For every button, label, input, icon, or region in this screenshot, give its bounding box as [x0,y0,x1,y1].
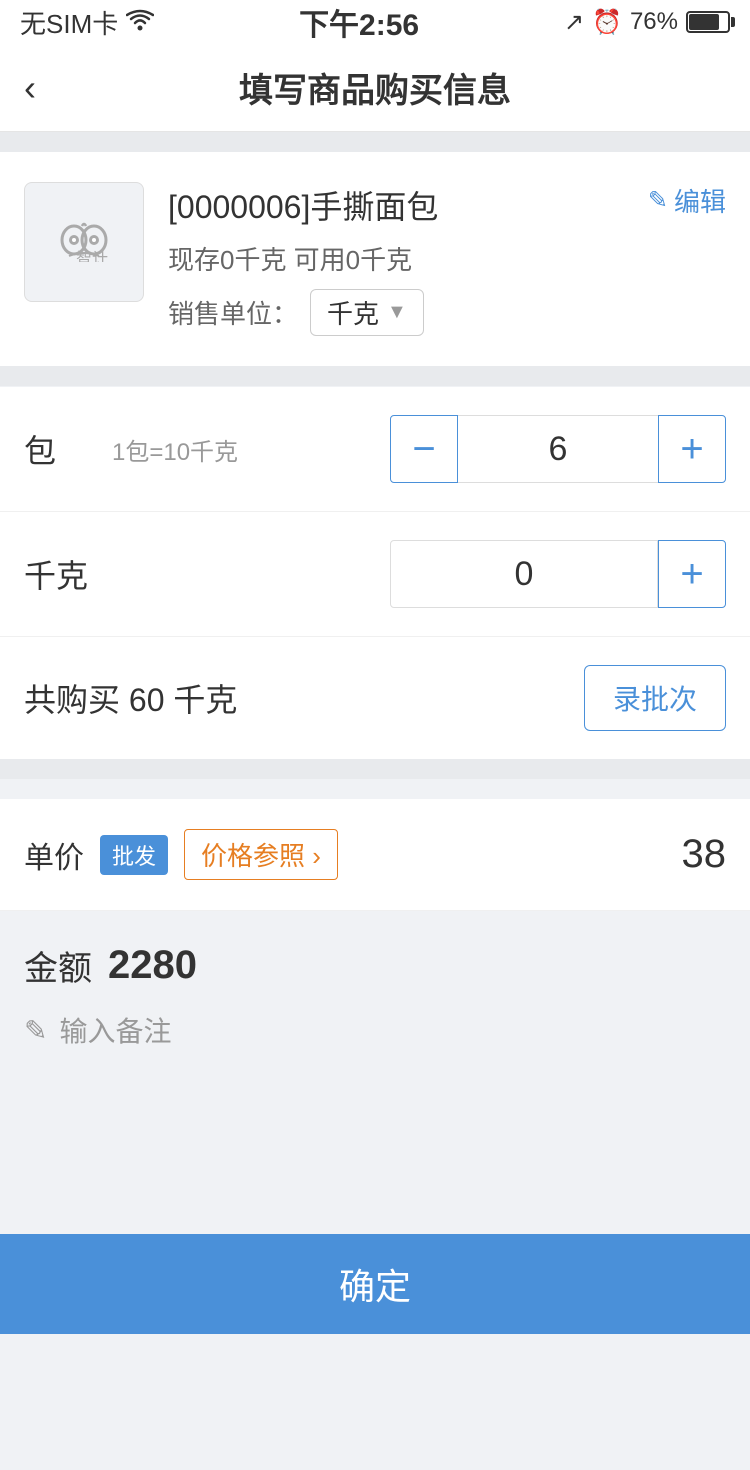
price-value: 38 [682,832,727,877]
price-section: 单价 批发 价格参照 › 38 [0,799,750,911]
product-stock: 现存0千克 可用0千克 [168,240,726,277]
note-placeholder[interactable]: 输入备注 [59,1010,171,1050]
product-unit-row: 销售单位： 千克 ▼ [168,289,726,336]
carrier-label: 无SIM卡 [20,4,118,41]
price-ref-button[interactable]: 价格参照 › [184,829,338,880]
edit-icon: ✎ [648,186,668,215]
quantity-section: 包 1包=10千克 − + 千克 + [0,387,750,637]
product-card: 智计 [0000006]手撕面包 现存0千克 可用0千克 销售单位： 千克 ▼ … [0,152,750,366]
note-row: ✎ 输入备注 [24,1010,726,1070]
mid-divider-1 [0,366,750,386]
edit-label: 编辑 [674,182,726,219]
product-logo: 智计 [54,212,114,272]
product-thumbnail: 智计 [24,182,144,302]
product-name: [0000006]手撕面包 [168,182,726,228]
bag-label: 包 [24,426,104,472]
confirm-bar[interactable]: 确定 [0,1234,750,1334]
kg-plus-button[interactable]: + [658,540,726,608]
status-time: 下午2:56 [299,0,419,44]
price-label: 单价 [24,833,84,877]
total-label: 共购买 60 千克 [24,675,237,721]
bag-quantity-row: 包 1包=10千克 − + [0,387,750,512]
unit-selector[interactable]: 千克 ▼ [310,289,424,336]
status-right: ↗ ⏰ 76% [564,8,730,37]
record-batch-button[interactable]: 录批次 [584,665,726,731]
unit-value: 千克 [327,294,379,331]
wifi-icon [126,7,154,38]
bag-quantity-controls: − + [390,415,726,483]
amount-row: 金额 2280 [24,941,726,990]
battery-icon [686,11,730,33]
status-left: 无SIM卡 [20,4,154,41]
price-tag: 批发 [100,835,168,875]
back-button[interactable]: ‹ [24,67,36,109]
mid-divider-2 [0,759,750,779]
edit-button[interactable]: ✎ 编辑 [648,182,726,219]
unit-arrow-icon: ▼ [387,301,407,324]
battery-percent: 76% [630,8,678,36]
price-row: 单价 批发 价格参照 › 38 [0,799,750,911]
page-title: 填写商品购买信息 [239,63,511,112]
note-icon: ✎ [24,1014,47,1047]
kg-quantity-controls: + [390,540,726,608]
kg-label: 千克 [24,551,104,597]
amount-value: 2280 [108,943,197,988]
location-icon: ↗ [564,8,584,37]
amount-section: 金额 2280 ✎ 输入备注 [0,911,750,1070]
product-info: [0000006]手撕面包 现存0千克 可用0千克 销售单位： 千克 ▼ [168,182,726,336]
confirm-button[interactable]: 确定 [339,1258,411,1310]
bag-quantity-input[interactable] [458,415,658,483]
amount-label: 金额 [24,941,92,990]
bag-minus-button[interactable]: − [390,415,458,483]
kg-quantity-row: 千克 + [0,512,750,637]
status-bar: 无SIM卡 下午2:56 ↗ ⏰ 76% [0,0,750,44]
total-row: 共购买 60 千克 录批次 [0,637,750,759]
bag-plus-button[interactable]: + [658,415,726,483]
bag-hint: 1包=10千克 [112,432,390,467]
unit-label: 销售单位： [168,294,298,331]
top-divider [0,132,750,152]
svg-text:智计: 智计 [76,250,108,262]
nav-bar: ‹ 填写商品购买信息 [0,44,750,132]
kg-quantity-input[interactable] [390,540,658,608]
alarm-icon: ⏰ [592,8,622,37]
